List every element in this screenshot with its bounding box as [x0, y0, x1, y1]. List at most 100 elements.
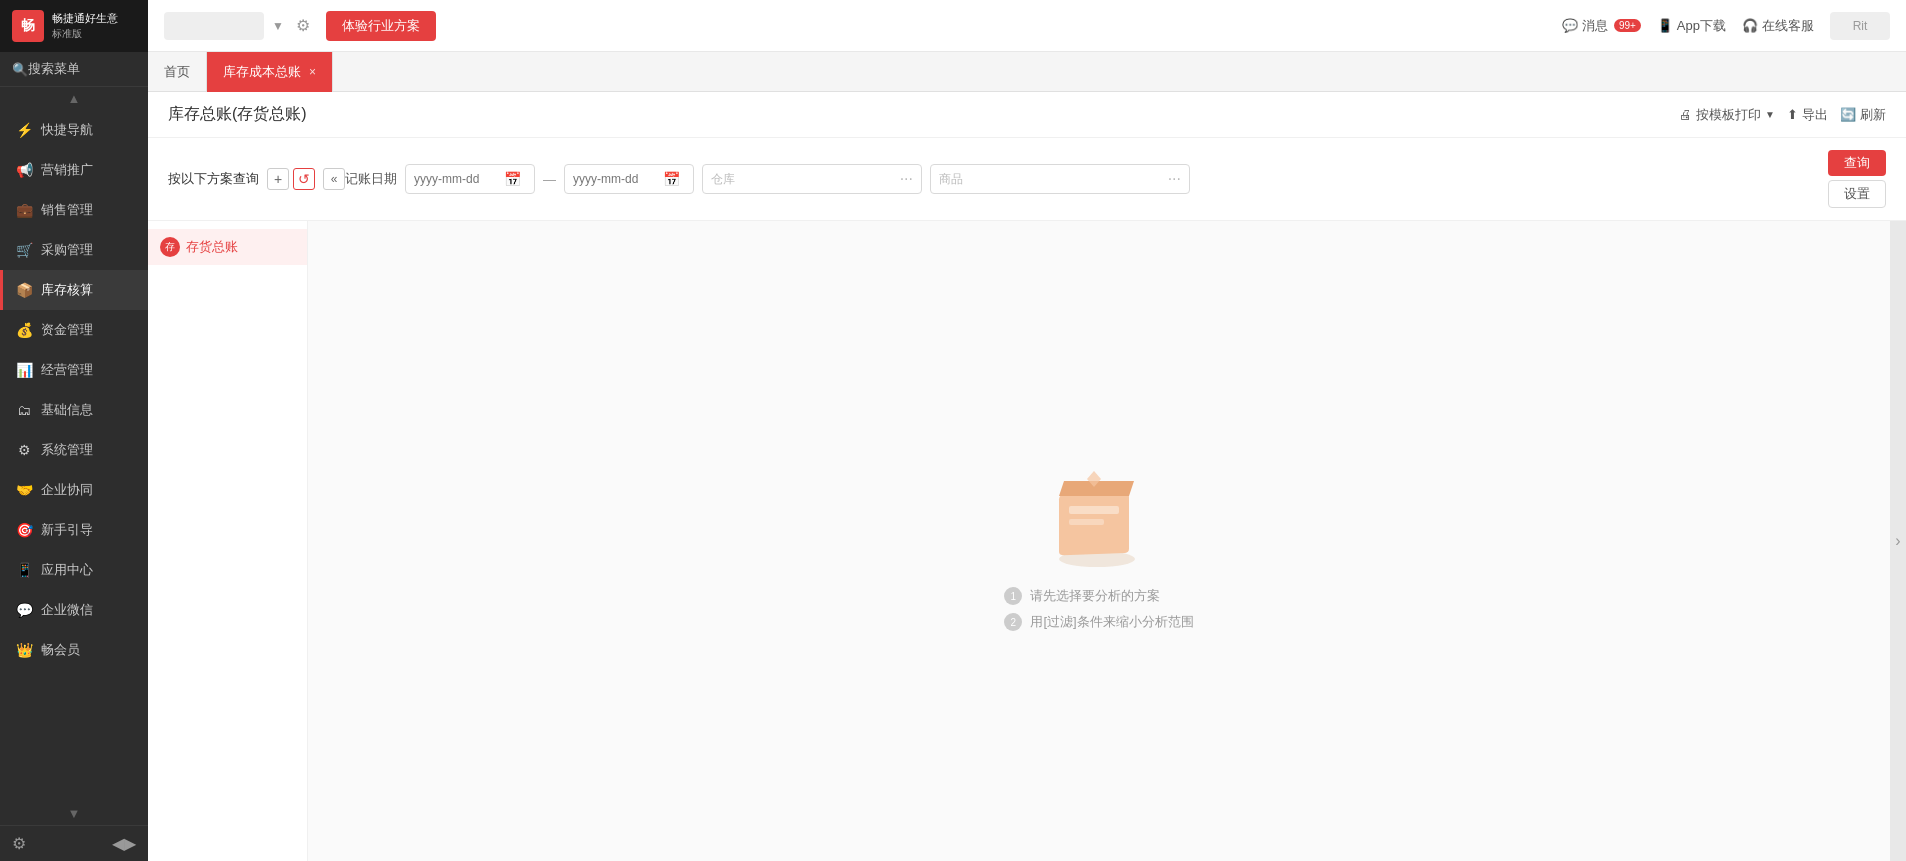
query-button[interactable]: 查询 — [1828, 150, 1886, 176]
sidebar-item-inventory[interactable]: 📦 库存核算 — [0, 270, 148, 310]
headset-icon: 🎧 — [1742, 18, 1758, 33]
topbar-settings-icon[interactable]: ⚙ — [296, 16, 310, 35]
sidebar-item-basic-info[interactable]: 🗂 基础信息 — [0, 390, 148, 430]
collapse-icon[interactable]: ◀▶ — [112, 834, 136, 853]
tab-close-icon[interactable]: × — [309, 65, 316, 79]
date-from-input[interactable]: 📅 — [405, 164, 535, 194]
filter-buttons: 查询 设置 — [1828, 150, 1886, 208]
tab-home[interactable]: 首页 — [148, 52, 207, 92]
print-dropdown-icon[interactable]: ▼ — [1765, 109, 1775, 120]
filter-add-button[interactable]: + — [267, 168, 289, 190]
marketing-icon: 📢 — [15, 161, 33, 179]
warehouse-more-icon[interactable]: ··· — [900, 170, 913, 188]
settings-button[interactable]: 设置 — [1828, 180, 1886, 208]
scroll-up-btn[interactable]: ▲ — [0, 87, 148, 110]
apps-icon: 📱 — [15, 561, 33, 579]
main-area: ▼ ⚙ 体验行业方案 💬 消息 99+ 📱 App下载 🎧 在线客服 Rit — [148, 0, 1906, 861]
sidebar-item-search[interactable]: 🔍 搜索菜单 — [0, 52, 148, 87]
sidebar-item-marketing[interactable]: 📢 营销推广 — [0, 150, 148, 190]
printer-icon: 🖨 — [1679, 107, 1692, 122]
hint-item-2: 2 用[过滤]条件来缩小分析范围 — [1004, 613, 1193, 631]
print-button[interactable]: 🖨 按模板打印 ▼ — [1679, 106, 1775, 124]
operations-icon: 📊 — [15, 361, 33, 379]
scroll-down-btn[interactable]: ▼ — [0, 802, 148, 825]
sidebar-item-system[interactable]: ⚙ 系统管理 — [0, 430, 148, 470]
app-download-action[interactable]: 📱 App下载 — [1657, 17, 1726, 35]
message-action[interactable]: 💬 消息 99+ — [1562, 17, 1641, 35]
page-header: 库存总账(存货总账) 🖨 按模板打印 ▼ ⬆ 导出 🔄 刷新 — [148, 92, 1906, 138]
refresh-icon: 🔄 — [1840, 107, 1856, 122]
hint-text-2: 用[过滤]条件来缩小分析范围 — [1030, 613, 1193, 631]
date-filter-label: 记账日期 — [345, 170, 397, 188]
svg-rect-4 — [1069, 519, 1104, 525]
date-to-field[interactable] — [573, 172, 663, 186]
settings-bottom-icon[interactable]: ⚙ — [12, 834, 26, 853]
sidebar-nav: ⚡ 快捷导航 📢 营销推广 💼 销售管理 🛒 采购管理 📦 库存核算 💰 资金管… — [0, 110, 148, 802]
filter-reset-button[interactable]: ↺ — [293, 168, 315, 190]
sidebar-item-finance[interactable]: 💰 资金管理 — [0, 310, 148, 350]
product-select[interactable]: 商品 ··· — [930, 164, 1190, 194]
hint-num-1: 1 — [1004, 587, 1022, 605]
filter-inputs: 记账日期 📅 — 📅 仓库 ··· 商品 — [345, 164, 1816, 194]
topbar-right: 💬 消息 99+ 📱 App下载 🎧 在线客服 Rit — [1562, 12, 1890, 40]
sidebar-item-guide[interactable]: 🎯 新手引导 — [0, 510, 148, 550]
tab-inventory-cost[interactable]: 库存成本总账 × — [207, 52, 333, 92]
app-name-group: 畅捷通好生意 标准版 — [52, 11, 118, 40]
filter-area: 按以下方案查询 + ↺ « 记账日期 📅 — 📅 — [148, 138, 1906, 221]
product-more-icon[interactable]: ··· — [1168, 170, 1181, 188]
message-badge: 99+ — [1614, 19, 1641, 32]
sidebar-item-apps[interactable]: 📱 应用中心 — [0, 550, 148, 590]
page-actions: 🖨 按模板打印 ▼ ⬆ 导出 🔄 刷新 — [1679, 106, 1886, 124]
sidebar-item-quick-nav[interactable]: ⚡ 快捷导航 — [0, 110, 148, 150]
scheme-icon: 存 — [160, 237, 180, 257]
date-to-input[interactable]: 📅 — [564, 164, 694, 194]
sidebar-logo: 畅 畅捷通好生意 标准版 — [0, 0, 148, 52]
date-from-field[interactable] — [414, 172, 504, 186]
app-download-icon: 📱 — [1657, 18, 1673, 33]
basic-info-icon: 🗂 — [15, 401, 33, 419]
app-name: 畅捷通好生意 — [52, 11, 118, 26]
sales-icon: 💼 — [15, 201, 33, 219]
hint-item-1: 1 请先选择要分析的方案 — [1004, 587, 1193, 605]
export-button[interactable]: ⬆ 导出 — [1787, 106, 1828, 124]
wecom-icon: 💬 — [15, 601, 33, 619]
right-panel-toggle[interactable]: › — [1890, 221, 1906, 861]
refresh-button[interactable]: 🔄 刷新 — [1840, 106, 1886, 124]
sidebar-item-member[interactable]: 👑 畅会员 — [0, 630, 148, 670]
sidebar-item-collab[interactable]: 🤝 企业协同 — [0, 470, 148, 510]
guide-icon: 🎯 — [15, 521, 33, 539]
sidebar-bottom: ⚙ ◀▶ — [0, 825, 148, 861]
scheme-panel: 存 存货总账 — [148, 221, 308, 861]
filter-label: 按以下方案查询 — [168, 170, 259, 188]
trial-industry-button[interactable]: 体验行业方案 — [326, 11, 436, 41]
user-dropdown-icon[interactable]: ▼ — [272, 19, 284, 33]
export-icon: ⬆ — [1787, 107, 1798, 122]
calendar-from-icon[interactable]: 📅 — [504, 171, 521, 187]
calendar-to-icon[interactable]: 📅 — [663, 171, 680, 187]
page-title: 库存总账(存货总账) — [168, 104, 307, 125]
finance-icon: 💰 — [15, 321, 33, 339]
hint-text-1: 请先选择要分析的方案 — [1030, 587, 1160, 605]
app-logo-icon: 畅 — [12, 10, 44, 42]
online-support-action[interactable]: 🎧 在线客服 — [1742, 17, 1814, 35]
empty-illustration — [1039, 451, 1159, 571]
user-info-placeholder — [164, 12, 264, 40]
warehouse-label: 仓库 — [711, 171, 900, 188]
content-body: 存 存货总账 — [148, 221, 1906, 861]
sidebar-item-wecom[interactable]: 💬 企业微信 — [0, 590, 148, 630]
hint-num-2: 2 — [1004, 613, 1022, 631]
message-icon: 💬 — [1562, 18, 1578, 33]
app-version: 标准版 — [52, 27, 118, 41]
sidebar-item-sales[interactable]: 💼 销售管理 — [0, 190, 148, 230]
date-separator: — — [543, 172, 556, 187]
sidebar-item-operations[interactable]: 📊 经营管理 — [0, 350, 148, 390]
empty-hints: 1 请先选择要分析的方案 2 用[过滤]条件来缩小分析范围 — [1004, 587, 1193, 631]
sidebar: 畅 畅捷通好生意 标准版 🔍 搜索菜单 ▲ ⚡ 快捷导航 📢 营销推广 💼 销售… — [0, 0, 148, 861]
warehouse-select[interactable]: 仓库 ··· — [702, 164, 922, 194]
tabbar: 首页 库存成本总账 × — [148, 52, 1906, 92]
user-avatar[interactable]: Rit — [1830, 12, 1890, 40]
topbar-left: ▼ ⚙ 体验行业方案 — [164, 11, 1562, 41]
filter-collapse-button[interactable]: « — [323, 168, 345, 190]
scheme-item-inventory-ledger[interactable]: 存 存货总账 — [148, 229, 307, 265]
sidebar-item-purchase[interactable]: 🛒 采购管理 — [0, 230, 148, 270]
